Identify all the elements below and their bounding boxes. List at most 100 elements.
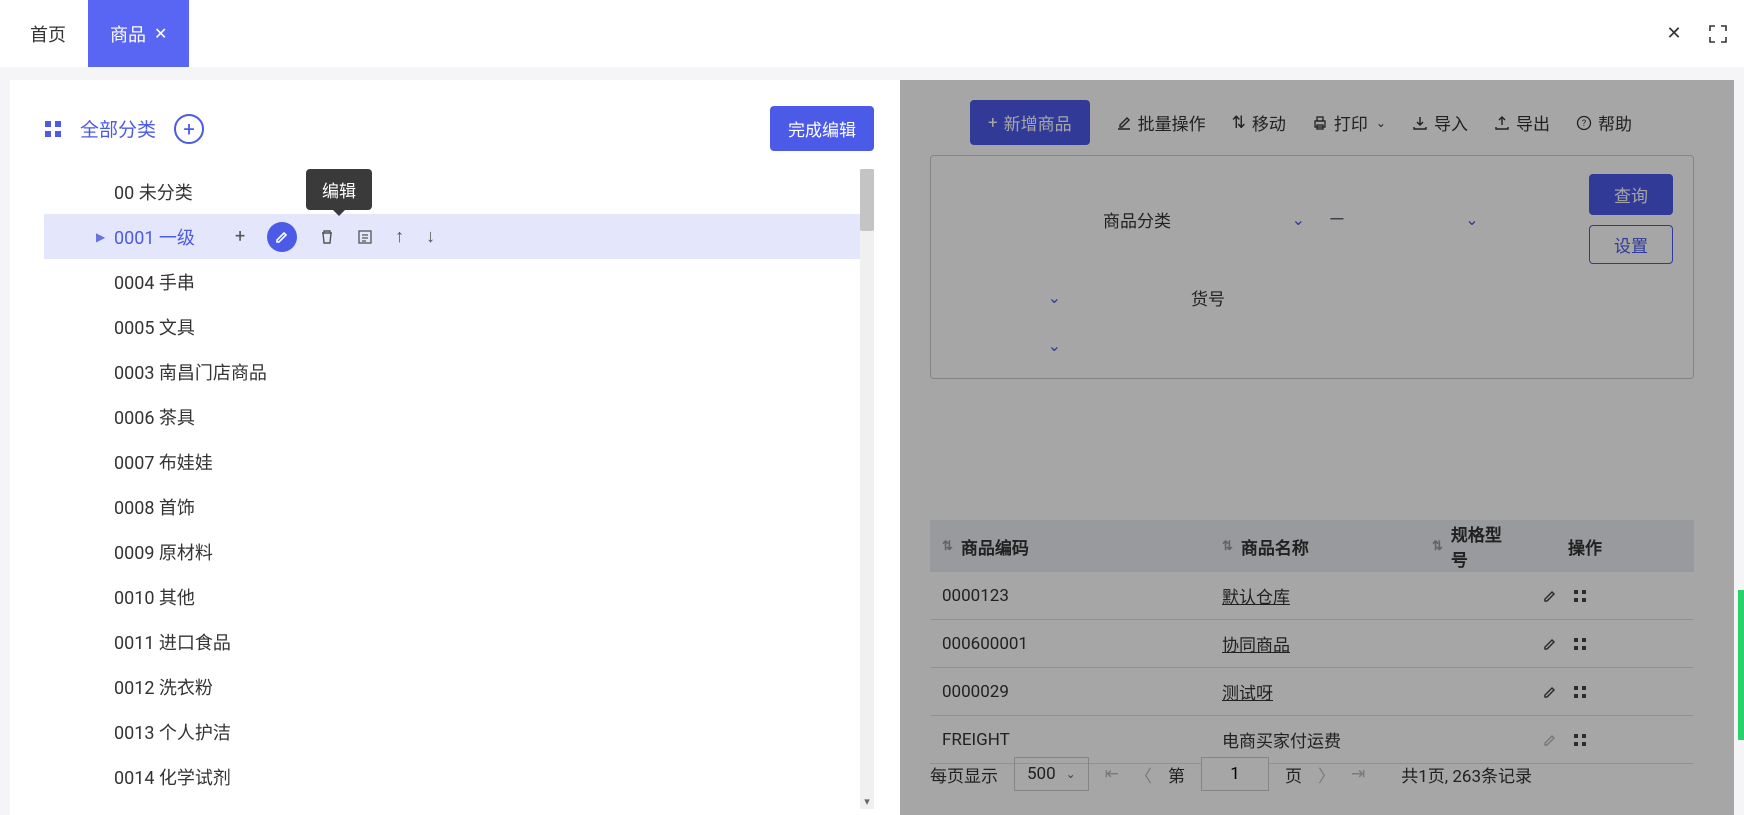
row-more-icon[interactable]: [1572, 636, 1588, 652]
tree-node-n5[interactable]: 0006 茶具: [44, 394, 874, 439]
cell-name[interactable]: 默认仓库: [1210, 583, 1420, 608]
tree-node-n6[interactable]: 0007 布娃娃: [44, 439, 874, 484]
page-input[interactable]: [1201, 757, 1269, 791]
tree-node-label: 0001 一级: [114, 224, 195, 250]
tab-home[interactable]: 首页: [8, 0, 88, 67]
tree-node-n13[interactable]: 0014 化学试剂: [44, 754, 874, 799]
tree-node-label: 00 未分类: [114, 179, 193, 205]
tree-node-label: 0006 茶具: [114, 404, 195, 430]
chevron-down-icon: ⌄: [1376, 116, 1386, 130]
print-button[interactable]: 打印⌄: [1312, 110, 1386, 135]
cell-name[interactable]: 协同商品: [1210, 631, 1420, 656]
filter-aux-select[interactable]: ⌄: [951, 282, 1061, 312]
tree-node-n9[interactable]: 0010 其他: [44, 574, 874, 619]
page-size-select[interactable]: 500⌄: [1014, 757, 1089, 791]
all-categories-label[interactable]: 全部分类: [80, 115, 156, 142]
query-button[interactable]: 查询: [1589, 174, 1673, 215]
export-button[interactable]: 导出: [1494, 110, 1550, 135]
chevron-down-icon: ⌄: [1066, 767, 1076, 781]
tree-node-n2[interactable]: 0004 手串: [44, 259, 874, 304]
tree-node-label: 0010 其他: [114, 584, 195, 610]
add-category-button[interactable]: +: [174, 114, 204, 144]
col-spec[interactable]: 规格型号: [1420, 521, 1530, 571]
batch-ops-button[interactable]: 批量操作: [1116, 110, 1206, 135]
prev-page-button[interactable]: 〈: [1135, 762, 1152, 787]
cell-code: 0000029: [930, 682, 1210, 702]
next-page-button[interactable]: 〉: [1318, 762, 1335, 787]
col-ops: 操作: [1530, 534, 1640, 559]
tree-node-label: 0004 手串: [114, 269, 195, 295]
col-code[interactable]: 商品编码: [930, 534, 1210, 559]
page-suf: 页: [1285, 762, 1302, 787]
export-icon: [1494, 115, 1510, 131]
tree-node-n11[interactable]: 0012 洗衣粉: [44, 664, 874, 709]
product-table: 商品编码 商品名称 规格型号 操作 0000123默认仓库 000600001协同…: [930, 520, 1694, 764]
tree-node-n0[interactable]: 00 未分类: [44, 169, 874, 214]
tree-node-n12[interactable]: 0013 个人护洁: [44, 709, 874, 754]
table-row: 000600001协同商品: [930, 620, 1694, 668]
table-row: FREIGHT电商买家付运费: [930, 716, 1694, 764]
help-button[interactable]: ?帮助: [1576, 110, 1632, 135]
tree-node-n4[interactable]: 0003 南昌门店商品: [44, 349, 874, 394]
chevron-down-icon: ⌄: [1465, 210, 1478, 229]
close-icon[interactable]: ✕: [154, 24, 167, 43]
row-more-icon[interactable]: [1572, 732, 1588, 748]
printer-icon: [1312, 115, 1328, 131]
cell-name[interactable]: 测试呀: [1210, 679, 1420, 704]
page-pre: 第: [1168, 762, 1185, 787]
row-edit-icon[interactable]: [1542, 588, 1558, 604]
fullscreen-button[interactable]: [1700, 16, 1736, 52]
tree-scrollbar-track[interactable]: [860, 169, 874, 809]
cell-code: 000600001: [930, 634, 1210, 654]
row-edit-icon[interactable]: [1542, 636, 1558, 652]
tree-node-label: 0013 个人护洁: [114, 719, 231, 745]
tab-product[interactable]: 商品 ✕: [88, 0, 189, 67]
import-button[interactable]: 导入: [1412, 110, 1468, 135]
node-add-icon[interactable]: +: [235, 226, 245, 247]
col-name[interactable]: 商品名称: [1210, 534, 1420, 559]
tree-node-label: 0012 洗衣粉: [114, 674, 213, 700]
node-down-icon[interactable]: ↓: [426, 226, 435, 247]
node-more-icon[interactable]: [357, 229, 373, 245]
add-product-button[interactable]: +新增商品: [970, 100, 1090, 145]
pagination: 每页显示 500⌄ ⇤ 〈 第 页 〉 ⇥ 共1页, 263条记录: [930, 757, 1694, 791]
tree-node-label: 0009 原材料: [114, 539, 213, 565]
filter-category-label: 商品分类: [1091, 207, 1171, 232]
right-edge-indicator: [1738, 590, 1744, 740]
chevron-down-icon: ⌄: [1048, 336, 1061, 355]
filter-category-from[interactable]: ⌄: [1195, 204, 1305, 234]
svg-text:?: ?: [1582, 119, 1586, 129]
table-header: 商品编码 商品名称 规格型号 操作: [930, 520, 1694, 572]
row-edit-icon[interactable]: [1542, 684, 1558, 700]
move-button[interactable]: ⇅移动: [1232, 110, 1286, 135]
tree-node-label: 0005 文具: [114, 314, 195, 340]
edit-icon: [1116, 115, 1132, 131]
plus-icon: +: [988, 113, 998, 133]
tree-scrollbar-thumb[interactable]: [860, 169, 874, 231]
cell-name: 电商买家付运费: [1210, 727, 1420, 752]
category-modal: 全部分类 + 完成编辑 00 未分类▶0001 一级+↑↓编辑0004 手串00…: [10, 80, 900, 815]
filter-aux2-select[interactable]: ⌄: [951, 330, 1061, 360]
done-editing-button[interactable]: 完成编辑: [770, 106, 874, 151]
last-page-button[interactable]: ⇥: [1351, 764, 1365, 784]
filter-category-to[interactable]: ⌄: [1369, 204, 1479, 234]
first-page-button[interactable]: ⇤: [1105, 764, 1119, 784]
cell-code: 0000123: [930, 586, 1210, 606]
node-edit-icon[interactable]: [267, 222, 297, 252]
grid-icon: [44, 120, 62, 138]
cell-code: FREIGHT: [930, 730, 1210, 750]
tree-node-n1[interactable]: ▶0001 一级+↑↓编辑: [44, 214, 874, 259]
tree-scrollbar-down[interactable]: ▾: [860, 793, 874, 809]
node-up-icon[interactable]: ↑: [395, 226, 404, 247]
row-more-icon[interactable]: [1572, 684, 1588, 700]
tree-node-n7[interactable]: 0008 首饰: [44, 484, 874, 529]
settings-button[interactable]: 设置: [1589, 225, 1673, 264]
node-delete-icon[interactable]: [319, 229, 335, 245]
tree-node-n3[interactable]: 0005 文具: [44, 304, 874, 349]
close-all-button[interactable]: ✕: [1656, 16, 1692, 52]
row-more-icon[interactable]: [1572, 588, 1588, 604]
tree-node-n8[interactable]: 0009 原材料: [44, 529, 874, 574]
range-dash: —: [1329, 207, 1345, 231]
per-page-label: 每页显示: [930, 762, 998, 787]
tree-node-n10[interactable]: 0011 进口食品: [44, 619, 874, 664]
